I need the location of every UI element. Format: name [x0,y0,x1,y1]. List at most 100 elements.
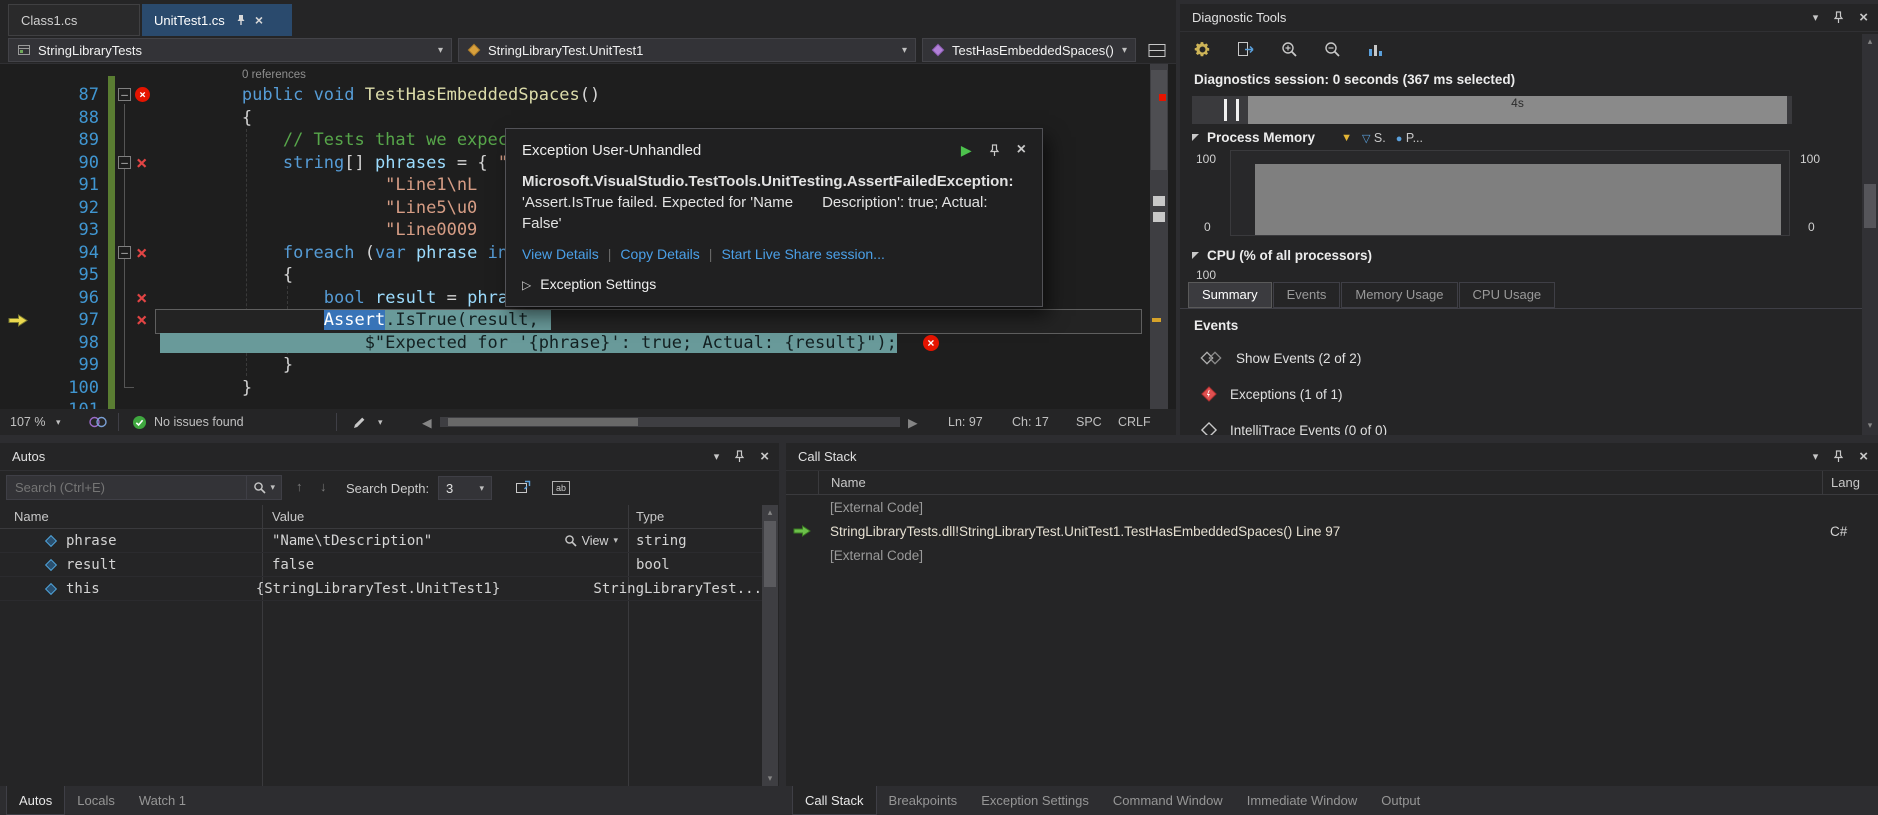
autos-scrollbar[interactable]: ▴ ▾ [762,505,778,786]
type-dropdown[interactable]: StringLibraryTest.UnitTest1 ▾ [458,38,916,62]
memory-graph[interactable] [1230,150,1790,236]
spaces-indicator[interactable]: SPC [1076,409,1102,435]
timeline-selected-range[interactable]: 4s [1248,96,1787,124]
codelens-references[interactable]: 0 references [0,64,1146,84]
zoom-control[interactable]: 107 % [10,409,45,435]
scroll-down-icon[interactable]: ▾ [1862,420,1878,431]
window-position-caret-icon[interactable]: ▾ [1813,11,1819,24]
popup-link[interactable]: Copy Details [620,246,699,262]
visualizer-view-button[interactable]: View▾ [564,534,618,548]
callstack-frame[interactable]: [External Code] [786,495,1878,519]
pin-panel-icon[interactable] [733,450,746,463]
line-number[interactable]: 90 [0,152,99,175]
code-fold-icon[interactable]: – [118,88,131,101]
member-dropdown[interactable]: TestHasEmbeddedSpaces() ▾ [922,38,1136,62]
search-button[interactable]: ▾ [246,476,281,499]
doc-tab-class1[interactable]: Class1.cs [8,4,140,36]
scrollbar-thumb[interactable] [1151,70,1167,170]
scrollbar-thumb[interactable] [1864,184,1876,228]
line-number[interactable]: 88 [0,107,99,130]
project-dropdown[interactable]: StringLibraryTests ▾ [8,38,452,62]
scroll-up-icon[interactable]: ▴ [762,507,778,518]
close-tab-icon[interactable]: × [255,12,263,28]
tab-immediate-window[interactable]: Immediate Window [1235,786,1370,815]
scrollbar-thumb[interactable] [764,521,776,587]
timeline-chart-icon[interactable] [1367,41,1384,61]
close-panel-icon[interactable]: × [760,448,769,465]
scroll-down-icon[interactable]: ▾ [762,773,778,784]
test-failed-mark-icon[interactable]: × [136,242,147,265]
line-number[interactable]: 98 [0,332,99,355]
line-number[interactable]: 93 [0,219,99,242]
test-failed-mark-icon[interactable]: × [136,152,147,175]
line-number[interactable]: 95 [0,264,99,287]
diag-tab-memory-usage[interactable]: Memory Usage [1341,282,1457,308]
line-ending-indicator[interactable]: CRLF [1118,409,1151,435]
cpu-header[interactable]: CPU (% of all processors) [1192,248,1372,263]
diag-tab-events[interactable]: Events [1273,282,1341,308]
line-number[interactable]: 101 [0,399,99,409]
column-header-value[interactable]: Value [262,509,628,524]
next-result-icon[interactable]: ↓ [320,479,327,494]
scroll-up-icon[interactable]: ▴ [1862,36,1878,47]
tab-breakpoints[interactable]: Breakpoints [877,786,970,815]
close-panel-icon[interactable]: × [1859,448,1868,465]
tab-watch-1[interactable]: Watch 1 [127,786,198,815]
editor-vertical-scrollbar[interactable] [1150,64,1168,409]
search-depth-dropdown[interactable]: 3 ▾ [438,476,492,500]
error-badge-icon[interactable]: × [923,335,939,351]
window-position-caret-icon[interactable]: ▾ [1813,450,1819,463]
search-input[interactable] [7,480,246,495]
issues-status[interactable]: No issues found [154,409,244,435]
search-box[interactable]: ▾ [6,475,282,500]
tab-locals[interactable]: Locals [65,786,127,815]
editor-horizontal-scrollbar[interactable] [440,417,900,427]
line-number[interactable]: 92 [0,197,99,220]
format-display-button[interactable]: ab [546,476,576,500]
zoom-in-icon[interactable] [1281,41,1298,61]
callstack-frame[interactable]: [External Code] [786,543,1878,567]
doc-tab-unittest1[interactable]: UnitTest1.cs × [142,4,292,36]
test-failed-mark-icon[interactable]: × [136,309,147,332]
event-item[interactable]: IntelliTrace Events (0 of 0) [1180,412,1840,435]
pin-panel-icon[interactable] [1832,11,1845,24]
line-number[interactable]: 94 [0,242,99,265]
scroll-left-icon[interactable]: ◀ [422,409,432,435]
variable-value[interactable]: false [272,557,314,573]
column-header-lang[interactable]: Lang [1822,471,1878,494]
code-fold-icon[interactable]: – [118,156,131,169]
diagnostics-settings-gear-icon[interactable] [1194,41,1211,61]
popup-link[interactable]: View Details [522,246,599,262]
column-indicator[interactable]: Ch: 17 [1012,409,1049,435]
column-header-type[interactable]: Type [628,509,762,524]
close-popup-icon[interactable]: × [1017,141,1026,159]
autos-row-phrase[interactable]: phrase"Name\tDescription"View▾string [0,529,762,553]
diagnostics-scrollbar[interactable]: ▴ ▾ [1862,34,1878,435]
event-item[interactable]: Show Events (2 of 2) [1180,340,1840,376]
line-number[interactable]: 87 [0,84,99,107]
tab-call-stack[interactable]: Call Stack [792,786,877,815]
diag-tab-cpu-usage[interactable]: CPU Usage [1459,282,1556,308]
diag-tab-summary[interactable]: Summary [1188,282,1272,308]
zoom-caret-icon[interactable]: ▾ [56,409,61,435]
column-header-name[interactable]: Name [818,471,1822,494]
tab-exception-settings[interactable]: Exception Settings [969,786,1101,815]
test-failed-badge-icon[interactable]: × [135,87,150,102]
pin-to-source-button[interactable] [510,476,536,500]
code-cleanup-pen-icon[interactable] [352,409,367,435]
pin-panel-icon[interactable] [1832,450,1845,463]
zoom-out-icon[interactable] [1324,41,1341,61]
test-failed-mark-icon[interactable]: × [136,287,147,310]
tab-command-window[interactable]: Command Window [1101,786,1235,815]
presence-icon[interactable] [88,409,108,435]
line-number[interactable]: 96 [0,287,99,310]
tab-output[interactable]: Output [1369,786,1432,815]
create-report-icon[interactable] [1237,41,1255,61]
scroll-right-icon[interactable]: ▶ [908,409,918,435]
continue-play-icon[interactable]: ▶ [961,142,972,159]
window-position-caret-icon[interactable]: ▾ [714,450,720,463]
event-item[interactable]: Exceptions (1 of 1) [1180,376,1840,412]
popup-link[interactable]: Start Live Share session... [721,246,884,262]
autos-row-this[interactable]: this{StringLibraryTest.UnitTest1}StringL… [0,577,762,601]
code-fold-icon[interactable]: – [118,246,131,259]
